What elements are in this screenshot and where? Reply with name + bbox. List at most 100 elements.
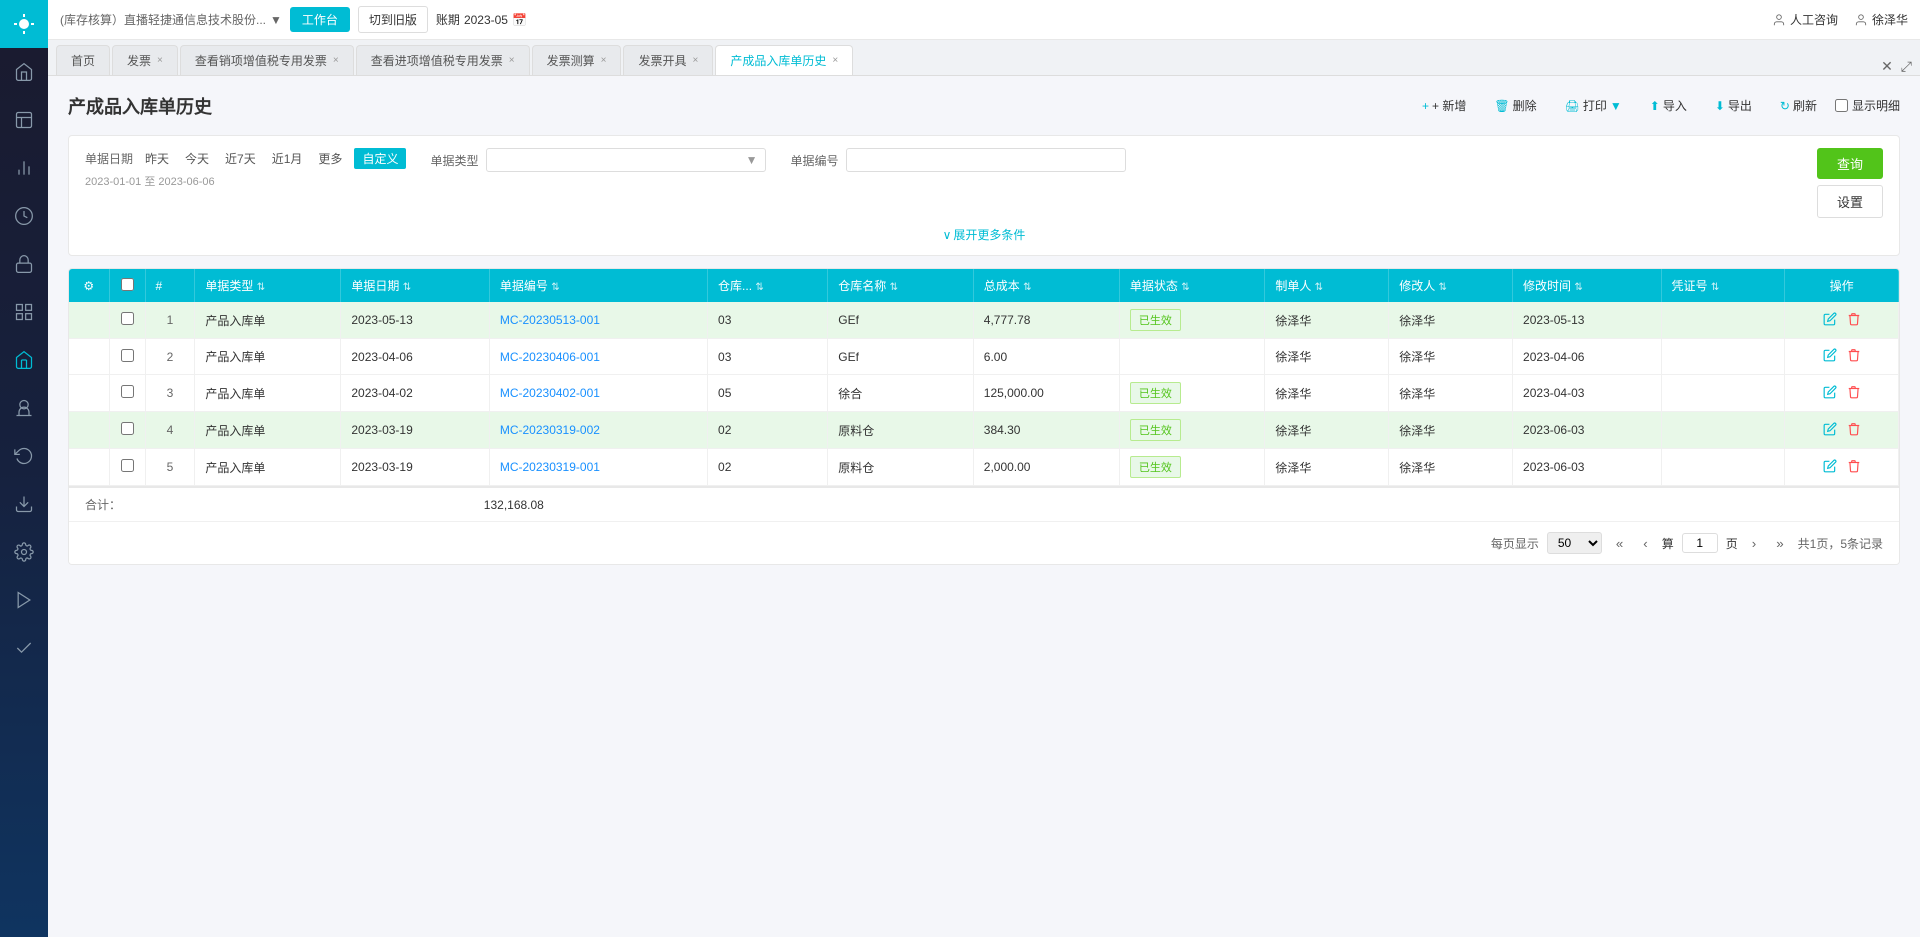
expand-more-btn[interactable]: ∨ 展开更多条件 (943, 226, 1026, 243)
col-status-header[interactable]: 单据状态 ⇅ (1119, 269, 1264, 302)
row-delete-btn[interactable] (1845, 310, 1863, 331)
reset-button[interactable]: 设置 (1817, 185, 1883, 218)
number-filter-input[interactable] (846, 148, 1126, 172)
import-button[interactable]: ⬆ 导入 (1640, 92, 1697, 119)
date-shortcut-more[interactable]: 更多 (314, 148, 346, 169)
date-shortcut-1month[interactable]: 近1月 (268, 148, 307, 169)
tab-invoice-issue-close[interactable]: × (692, 55, 698, 66)
row-date: 2023-04-02 (341, 375, 489, 412)
sidebar-item-stamp[interactable] (0, 384, 48, 432)
first-page-btn[interactable]: « (1610, 534, 1629, 553)
row-checkbox[interactable] (121, 385, 134, 398)
row-edit-btn[interactable] (1821, 310, 1839, 331)
sidebar-item-chart[interactable] (0, 144, 48, 192)
sidebar-item-settings[interactable] (0, 528, 48, 576)
last-page-btn[interactable]: » (1770, 534, 1789, 553)
current-page-input[interactable] (1682, 533, 1718, 553)
calendar-icon[interactable]: 📅 (512, 13, 527, 27)
tab-home[interactable]: 首页 (56, 45, 110, 75)
col-warehouse-code-header[interactable]: 仓库... ⇅ (708, 269, 828, 302)
tab-invoice[interactable]: 发票 × (112, 45, 178, 75)
tab-product-history-close[interactable]: × (832, 55, 838, 66)
window-close-btn[interactable]: ✕ (1881, 58, 1893, 75)
select-all-checkbox[interactable] (121, 278, 134, 291)
col-total-cost-header[interactable]: 总成本 ⇅ (973, 269, 1119, 302)
date-shortcut-yesterday[interactable]: 昨天 (141, 148, 173, 169)
user-service[interactable]: 人工咨询 (1772, 11, 1838, 28)
query-button[interactable]: 查询 (1817, 148, 1883, 179)
tab-purchase-vat[interactable]: 查看进项增值税专用发票 × (356, 45, 530, 75)
tab-purchase-vat-close[interactable]: × (509, 55, 515, 66)
tab-sales-vat[interactable]: 查看销项增值税专用发票 × (180, 45, 354, 75)
col-warehouse-name-header[interactable]: 仓库名称 ⇅ (828, 269, 973, 302)
row-edit-btn[interactable] (1821, 346, 1839, 367)
row-checkbox[interactable] (121, 459, 134, 472)
display-detail-checkbox[interactable] (1835, 99, 1848, 112)
row-delete-btn[interactable] (1845, 383, 1863, 404)
row-edit-btn[interactable] (1821, 457, 1839, 478)
sidebar-item-docs[interactable] (0, 96, 48, 144)
row-edit-btn[interactable] (1821, 383, 1839, 404)
row-number-link[interactable]: MC-20230319-001 (500, 460, 600, 474)
sidebar-item-grid[interactable] (0, 288, 48, 336)
delete-button[interactable]: 🗑 删除 (1484, 92, 1546, 119)
workbench-button[interactable]: 工作台 (290, 7, 350, 32)
sidebar-item-warehouse[interactable] (0, 336, 48, 384)
row-delete-btn[interactable] (1845, 420, 1863, 441)
sidebar-item-v[interactable] (0, 624, 48, 672)
next-page-btn[interactable]: › (1746, 534, 1762, 553)
col-voucher-header[interactable]: 凭证号 ⇅ (1661, 269, 1785, 302)
row-checkbox[interactable] (121, 349, 134, 362)
col-type-header[interactable]: 单据类型 ⇅ (195, 269, 341, 302)
col-check-cell (109, 449, 145, 486)
service-label: 人工咨询 (1790, 11, 1838, 28)
col-number-header[interactable]: 单据编号 ⇅ (489, 269, 707, 302)
row-number-link[interactable]: MC-20230406-001 (500, 350, 600, 364)
col-date-header[interactable]: 单据日期 ⇅ (341, 269, 489, 302)
prev-page-btn[interactable]: ‹ (1637, 534, 1653, 553)
per-page-select[interactable]: 50 100 200 (1547, 532, 1602, 554)
sidebar-item-home[interactable] (0, 48, 48, 96)
export-button[interactable]: ⬇ 导出 (1705, 92, 1762, 119)
row-date: 2023-04-06 (341, 339, 489, 375)
display-detail-checkbox-group[interactable]: 显示明细 (1835, 97, 1900, 114)
type-filter-select[interactable]: ▼ (486, 148, 766, 172)
col-settings[interactable]: ⚙ (69, 269, 109, 302)
sidebar-item-lock[interactable] (0, 240, 48, 288)
row-number-link[interactable]: MC-20230402-001 (500, 386, 600, 400)
user-info[interactable]: 徐泽华 (1854, 11, 1908, 28)
tab-sales-vat-close[interactable]: × (333, 55, 339, 66)
date-shortcut-today[interactable]: 今天 (181, 148, 213, 169)
new-button[interactable]: + + 新增 (1412, 92, 1476, 119)
date-shortcut-custom[interactable]: 自定义 (354, 148, 406, 169)
row-edit-btn[interactable] (1821, 420, 1839, 441)
row-number-link[interactable]: MC-20230319-002 (500, 423, 600, 437)
row-delete-btn[interactable] (1845, 346, 1863, 367)
print-arrow-icon: ▼ (1610, 99, 1622, 113)
sidebar-item-analytics[interactable] (0, 192, 48, 240)
company-selector[interactable]: (库存核算）直播轻捷通信息技术股份... ▼ (60, 11, 282, 28)
refresh-button[interactable]: ↻ 刷新 (1770, 92, 1827, 119)
tab-invoice-calc-close[interactable]: × (601, 55, 607, 66)
tab-invoice-close[interactable]: × (157, 55, 163, 66)
row-total-cost: 125,000.00 (973, 375, 1119, 412)
row-checkbox[interactable] (121, 312, 134, 325)
tab-product-history[interactable]: 产成品入库单历史 × (715, 45, 853, 75)
cutoff-button[interactable]: 切到旧版 (358, 6, 428, 33)
sidebar-item-download[interactable] (0, 480, 48, 528)
row-number-link[interactable]: MC-20230513-001 (500, 313, 600, 327)
sidebar-item-refresh[interactable] (0, 432, 48, 480)
sidebar-item-play[interactable] (0, 576, 48, 624)
date-shortcut-7days[interactable]: 近7天 (221, 148, 260, 169)
row-voucher (1661, 412, 1785, 449)
print-button[interactable]: 🖨 打印 ▼ (1555, 92, 1632, 119)
tab-invoice-issue[interactable]: 发票开具 × (623, 45, 713, 75)
col-creator-header[interactable]: 制单人 ⇅ (1265, 269, 1389, 302)
col-modifier-header[interactable]: 修改人 ⇅ (1389, 269, 1513, 302)
tab-invoice-calc[interactable]: 发票测算 × (532, 45, 622, 75)
row-checkbox[interactable] (121, 422, 134, 435)
row-warehouse-name: GEf (828, 302, 973, 339)
col-modify-time-header[interactable]: 修改时间 ⇅ (1513, 269, 1661, 302)
window-expand-btn[interactable]: ⤢ (1901, 58, 1912, 75)
row-delete-btn[interactable] (1845, 457, 1863, 478)
